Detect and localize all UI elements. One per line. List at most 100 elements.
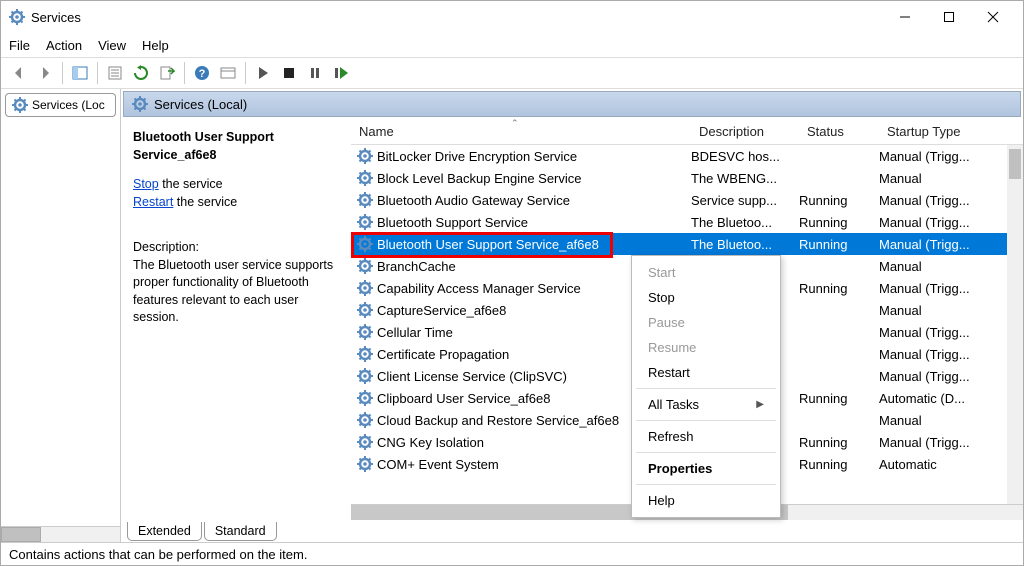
col-header-startup[interactable]: Startup Type [879,120,1023,143]
service-startup: Automatic (D... [879,391,1023,406]
stop-service-link[interactable]: Stop [133,177,159,191]
gear-icon [357,280,373,296]
properties-button[interactable] [103,61,127,85]
menu-view[interactable]: View [98,38,126,53]
gear-icon [357,302,373,318]
minimize-button[interactable] [883,2,927,32]
back-button[interactable] [7,61,31,85]
menu-help[interactable]: Help [142,38,169,53]
gear-icon [357,192,373,208]
ctx-resume: Resume [632,335,780,360]
menu-file[interactable]: File [9,38,30,53]
service-status: Running [799,215,879,230]
start-service-button[interactable] [251,61,275,85]
maximize-button[interactable] [927,2,971,32]
service-name: Cellular Time [377,325,453,340]
description-label: Description: [133,239,339,257]
menubar: File Action View Help [1,33,1023,57]
gear-icon [357,324,373,340]
content: Bluetooth User Support Service_af6e8 Sto… [121,119,1023,520]
chevron-right-icon: ▶ [756,399,764,410]
selected-service-name: Bluetooth User Support Service_af6e8 [133,129,339,164]
service-name: BranchCache [377,259,456,274]
ctx-refresh[interactable]: Refresh [632,424,780,449]
service-status: Running [799,435,879,450]
help-button[interactable]: ? [190,61,214,85]
service-description: The Bluetoo... [691,215,799,230]
service-name: Bluetooth Audio Gateway Service [377,193,570,208]
toolbar: ? [1,57,1023,89]
tree-node-services-local[interactable]: Services (Loc [5,93,116,117]
services-window: Services File Action View Help ? [0,0,1024,566]
service-name: BitLocker Drive Encryption Service [377,149,577,164]
service-startup: Manual (Trigg... [879,369,1023,384]
col-header-description[interactable]: Description [691,120,799,143]
gear-icon [357,346,373,362]
ctx-help[interactable]: Help [632,488,780,513]
ctx-all-tasks[interactable]: All Tasks ▶ [632,392,780,417]
service-status: Running [799,193,879,208]
service-startup: Manual [879,413,1023,428]
description-text: The Bluetooth user service supports prop… [133,257,339,327]
gear-icon [357,170,373,186]
forward-button[interactable] [33,61,57,85]
statusbar: Contains actions that can be performed o… [1,543,1023,565]
service-name: CNG Key Isolation [377,435,484,450]
service-description: The Bluetoo... [691,237,799,252]
menu-action[interactable]: Action [46,38,82,53]
right-pane: Services (Local) Bluetooth User Support … [121,89,1023,542]
pane-header-label: Services (Local) [154,97,247,112]
gear-icon [357,434,373,450]
ctx-stop[interactable]: Stop [632,285,780,310]
service-startup: Automatic [879,457,1023,472]
ctx-pause: Pause [632,310,780,335]
service-startup: Manual (Trigg... [879,347,1023,362]
service-status: Running [799,457,879,472]
service-startup: Manual (Trigg... [879,193,1023,208]
col-header-name[interactable]: Name [351,120,691,143]
export-button[interactable] [155,61,179,85]
list-vscrollbar[interactable] [1007,145,1023,504]
view-tabs: Extended Standard [121,520,1023,542]
service-startup: Manual [879,259,1023,274]
restart-service-link[interactable]: Restart [133,195,173,209]
tab-standard[interactable]: Standard [204,522,277,541]
ctx-properties[interactable]: Properties [632,456,780,481]
tree-hscrollbar[interactable] [1,526,120,542]
service-startup: Manual (Trigg... [879,149,1023,164]
show-hide-tree-button[interactable] [68,61,92,85]
service-row[interactable]: BitLocker Drive Encryption Service BDESVC… [351,145,1023,167]
stop-service-button[interactable] [277,61,301,85]
window-title: Services [31,10,883,25]
service-status: Running [799,237,879,252]
close-button[interactable] [971,2,1015,32]
service-row[interactable]: Bluetooth Support ServiceThe Bluetoo...R… [351,211,1023,233]
restart-service-button[interactable] [329,61,353,85]
gear-icon [357,148,373,164]
service-name: Clipboard User Service_af6e8 [377,391,550,406]
tab-extended[interactable]: Extended [127,522,202,541]
view-button[interactable] [216,61,240,85]
gear-icon [12,97,28,113]
gear-icon [357,390,373,406]
col-header-status[interactable]: Status [799,120,879,143]
service-description: BDESVC hos... [691,149,799,164]
service-description: Service supp... [691,193,799,208]
service-row[interactable]: Bluetooth Audio Gateway Service Service s… [351,189,1023,211]
service-description: The WBENG... [691,171,799,186]
ctx-restart[interactable]: Restart [632,360,780,385]
service-row[interactable]: Bluetooth User Support Service_af6e8 The … [351,233,1023,255]
ctx-all-tasks-label: All Tasks [648,397,699,412]
service-startup: Manual (Trigg... [879,215,1023,230]
service-name: Bluetooth User Support Service_af6e8 [377,237,599,252]
pause-service-button[interactable] [303,61,327,85]
context-menu: Start Stop Pause Resume Restart All Task… [631,255,781,518]
sort-indicator-icon: ⌃ [511,118,519,129]
titlebar: Services [1,1,1023,33]
services-app-icon [9,9,25,25]
list-header: ⌃ Name Description Status Startup Type [351,119,1023,145]
service-status: Running [799,281,879,296]
service-row[interactable]: Block Level Backup Engine ServiceThe WBE… [351,167,1023,189]
refresh-button[interactable] [129,61,153,85]
service-startup: Manual (Trigg... [879,281,1023,296]
